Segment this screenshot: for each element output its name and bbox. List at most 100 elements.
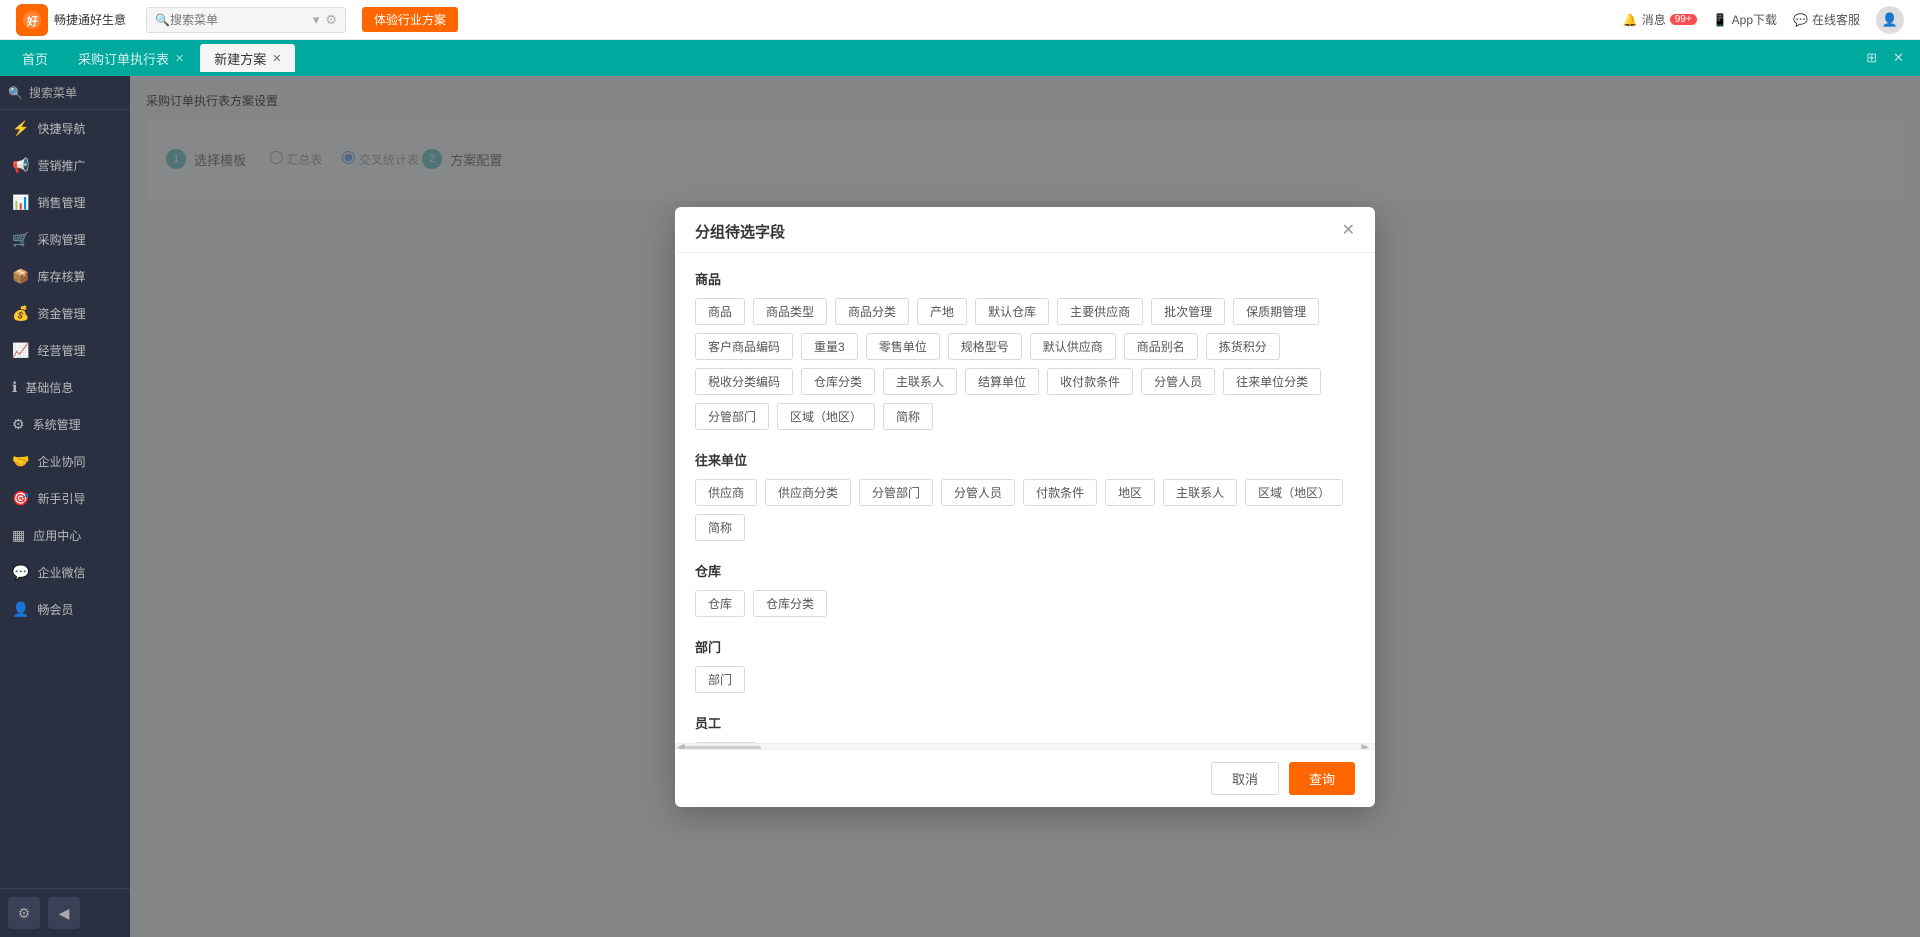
sidebar-item-quick-nav[interactable]: ⚡ 快捷导航 bbox=[0, 110, 130, 147]
sidebar-item-finance[interactable]: 💰 资金管理 bbox=[0, 295, 130, 332]
tab-purchase-label: 采购订单执行表 bbox=[78, 49, 169, 68]
online-service-item[interactable]: 💬 在线客服 bbox=[1793, 11, 1860, 28]
section-goods: 商品 商品 商品类型 商品分类 产地 默认仓库 主要供应商 批次管理 保质期管理… bbox=[695, 269, 1355, 430]
header-right: 🔔 消息 99+ 📱 App下载 💬 在线客服 👤 bbox=[1623, 6, 1904, 34]
tag-dept-name[interactable]: 部门 bbox=[695, 666, 745, 693]
tag-goods-pick-points[interactable]: 拣货积分 bbox=[1206, 333, 1280, 360]
tag-goods-spec[interactable]: 规格型号 bbox=[948, 333, 1022, 360]
tag-warehouse-category[interactable]: 仓库分类 bbox=[753, 590, 827, 617]
sidebar-collapse-btn[interactable]: ◀ bbox=[48, 897, 80, 929]
tag-goods-retail-unit[interactable]: 零售单位 bbox=[866, 333, 940, 360]
tag-goods-customer-code[interactable]: 客户商品编码 bbox=[695, 333, 793, 360]
tag-partner-supplier-category[interactable]: 供应商分类 bbox=[765, 479, 851, 506]
tab-new-plan[interactable]: 新建方案 ✕ bbox=[200, 44, 295, 72]
tab-new-plan-label: 新建方案 bbox=[214, 49, 266, 68]
more-tabs-btn[interactable]: ✕ bbox=[1885, 50, 1912, 66]
modal-hscrollbar[interactable]: ▶ ◀ bbox=[675, 743, 1375, 749]
confirm-button[interactable]: 查询 bbox=[1289, 762, 1355, 795]
tag-goods-contact[interactable]: 主联系人 bbox=[883, 368, 957, 395]
tag-warehouse-name[interactable]: 仓库 bbox=[695, 590, 745, 617]
tag-goods-dept[interactable]: 分管部门 bbox=[695, 403, 769, 430]
tag-partner-area[interactable]: 区域（地区） bbox=[1245, 479, 1343, 506]
tag-goods-short-name[interactable]: 简称 bbox=[883, 403, 933, 430]
tag-goods-manager[interactable]: 分管人员 bbox=[1141, 368, 1215, 395]
experience-btn[interactable]: 体验行业方案 bbox=[362, 7, 458, 32]
sidebar-item-sales[interactable]: 📊 销售管理 bbox=[0, 184, 130, 221]
tag-partner-region[interactable]: 地区 bbox=[1105, 479, 1155, 506]
tag-goods-batch[interactable]: 批次管理 bbox=[1151, 298, 1225, 325]
modal-overlay: 分组待选字段 ✕ 商品 商品 商品类型 商品分类 产地 默认仓库 主要供应商 bbox=[130, 76, 1920, 937]
sidebar-item-operations-label: 经营管理 bbox=[37, 342, 85, 359]
sidebar-item-marketing[interactable]: 📢 营销推广 bbox=[0, 147, 130, 184]
sidebar-item-member[interactable]: 👤 畅会员 bbox=[0, 591, 130, 628]
hscrollbar-right-arrow[interactable]: ▶ bbox=[1361, 744, 1369, 749]
tag-goods-main-supplier[interactable]: 主要供应商 bbox=[1057, 298, 1143, 325]
app-download-item[interactable]: 📱 App下载 bbox=[1713, 11, 1777, 28]
tag-goods-alias[interactable]: 商品别名 bbox=[1124, 333, 1198, 360]
tag-partner-manager[interactable]: 分管人员 bbox=[941, 479, 1015, 506]
sidebar-settings-btn[interactable]: ⚙ bbox=[8, 897, 40, 929]
tag-goods-tax-code[interactable]: 税收分类编码 bbox=[695, 368, 793, 395]
sidebar-item-operations[interactable]: 📈 经营管理 bbox=[0, 332, 130, 369]
tag-partner-contact[interactable]: 主联系人 bbox=[1163, 479, 1237, 506]
header-search[interactable]: 🔍 ▾ ⚙ bbox=[146, 7, 346, 33]
sidebar-item-enterprise-collab-label: 企业协同 bbox=[37, 453, 85, 470]
sidebar-item-system[interactable]: ⚙ 系统管理 bbox=[0, 406, 130, 443]
tag-goods-warehouse-category[interactable]: 仓库分类 bbox=[801, 368, 875, 395]
tab-home[interactable]: 首页 bbox=[8, 44, 62, 72]
tab-new-plan-close[interactable]: ✕ bbox=[272, 52, 281, 65]
tag-goods-default-supplier[interactable]: 默认供应商 bbox=[1030, 333, 1116, 360]
logo-icon: 好 bbox=[16, 4, 48, 36]
tag-goods-payment-terms[interactable]: 收付款条件 bbox=[1047, 368, 1133, 395]
tag-partner-payment-terms[interactable]: 付款条件 bbox=[1023, 479, 1097, 506]
sidebar-item-enterprise-collab[interactable]: 🤝 企业协同 bbox=[0, 443, 130, 480]
hscrollbar-left-arrow[interactable]: ◀ bbox=[677, 744, 685, 749]
sidebar-item-wechat-label: 企业微信 bbox=[37, 564, 85, 581]
settings-icon[interactable]: ⚙ bbox=[325, 12, 337, 28]
tag-goods-default-warehouse[interactable]: 默认仓库 bbox=[975, 298, 1049, 325]
tag-goods-region[interactable]: 区域（地区） bbox=[777, 403, 875, 430]
sidebar-item-wechat[interactable]: 💬 企业微信 bbox=[0, 554, 130, 591]
sidebar-item-app-center[interactable]: ▦ 应用中心 bbox=[0, 517, 130, 554]
partner-tags: 供应商 供应商分类 分管部门 分管人员 付款条件 地区 主联系人 区域（地区） … bbox=[695, 479, 1355, 541]
tab-purchase-close[interactable]: ✕ bbox=[175, 52, 184, 65]
tag-goods-product[interactable]: 商品 bbox=[695, 298, 745, 325]
sidebar-item-basic-info[interactable]: ℹ 基础信息 bbox=[0, 369, 130, 406]
tag-goods-settlement-unit[interactable]: 结算单位 bbox=[965, 368, 1039, 395]
sidebar-item-quick-nav-label: 快捷导航 bbox=[37, 120, 85, 137]
sidebar: 🔍 搜索菜单 ⚡ 快捷导航 📢 营销推广 📊 销售管理 🛒 采购管理 📦 库存核… bbox=[0, 76, 130, 937]
member-icon: 👤 bbox=[12, 601, 29, 618]
marketing-icon: 📢 bbox=[12, 157, 29, 174]
tag-goods-type[interactable]: 商品类型 bbox=[753, 298, 827, 325]
sidebar-item-guide[interactable]: 🎯 新手引导 bbox=[0, 480, 130, 517]
sidebar-item-purchase-label: 采购管理 bbox=[37, 231, 85, 248]
tab-purchase-order[interactable]: 采购订单执行表 ✕ bbox=[64, 44, 198, 72]
tag-partner-dept[interactable]: 分管部门 bbox=[859, 479, 933, 506]
hscrollbar-thumb bbox=[681, 746, 761, 749]
expand-tabs-btn[interactable]: ⊞ bbox=[1858, 50, 1885, 66]
chevron-down-icon: ▾ bbox=[313, 12, 320, 28]
app-center-icon: ▦ bbox=[12, 527, 25, 544]
sidebar-item-purchase[interactable]: 🛒 采购管理 bbox=[0, 221, 130, 258]
top-header: 好 畅捷通好生意 🔍 ▾ ⚙ 体验行业方案 🔔 消息 99+ 📱 App下载 💬… bbox=[0, 0, 1920, 40]
operations-icon: 📈 bbox=[12, 342, 29, 359]
tag-goods-partner-category[interactable]: 往来单位分类 bbox=[1223, 368, 1321, 395]
notification-item[interactable]: 🔔 消息 99+ bbox=[1623, 11, 1697, 28]
sidebar-search[interactable]: 🔍 搜索菜单 bbox=[0, 76, 130, 110]
modal-footer: 取消 查询 bbox=[675, 749, 1375, 807]
tag-goods-origin[interactable]: 产地 bbox=[917, 298, 967, 325]
section-warehouse: 仓库 仓库 仓库分类 bbox=[695, 561, 1355, 617]
cancel-button[interactable]: 取消 bbox=[1211, 762, 1279, 795]
tag-goods-category[interactable]: 商品分类 bbox=[835, 298, 909, 325]
search-input[interactable] bbox=[170, 13, 290, 27]
warehouse-tags: 仓库 仓库分类 bbox=[695, 590, 1355, 617]
field-selection-modal: 分组待选字段 ✕ 商品 商品 商品类型 商品分类 产地 默认仓库 主要供应商 bbox=[675, 207, 1375, 807]
modal-close-btn[interactable]: ✕ bbox=[1342, 223, 1355, 239]
avatar[interactable]: 👤 bbox=[1876, 6, 1904, 34]
tag-partner-supplier[interactable]: 供应商 bbox=[695, 479, 757, 506]
sidebar-item-inventory[interactable]: 📦 库存核算 bbox=[0, 258, 130, 295]
quick-nav-icon: ⚡ bbox=[12, 120, 29, 137]
tag-goods-weight[interactable]: 重量3 bbox=[801, 333, 858, 360]
tag-partner-short-name[interactable]: 简称 bbox=[695, 514, 745, 541]
tag-goods-shelf-life[interactable]: 保质期管理 bbox=[1233, 298, 1319, 325]
